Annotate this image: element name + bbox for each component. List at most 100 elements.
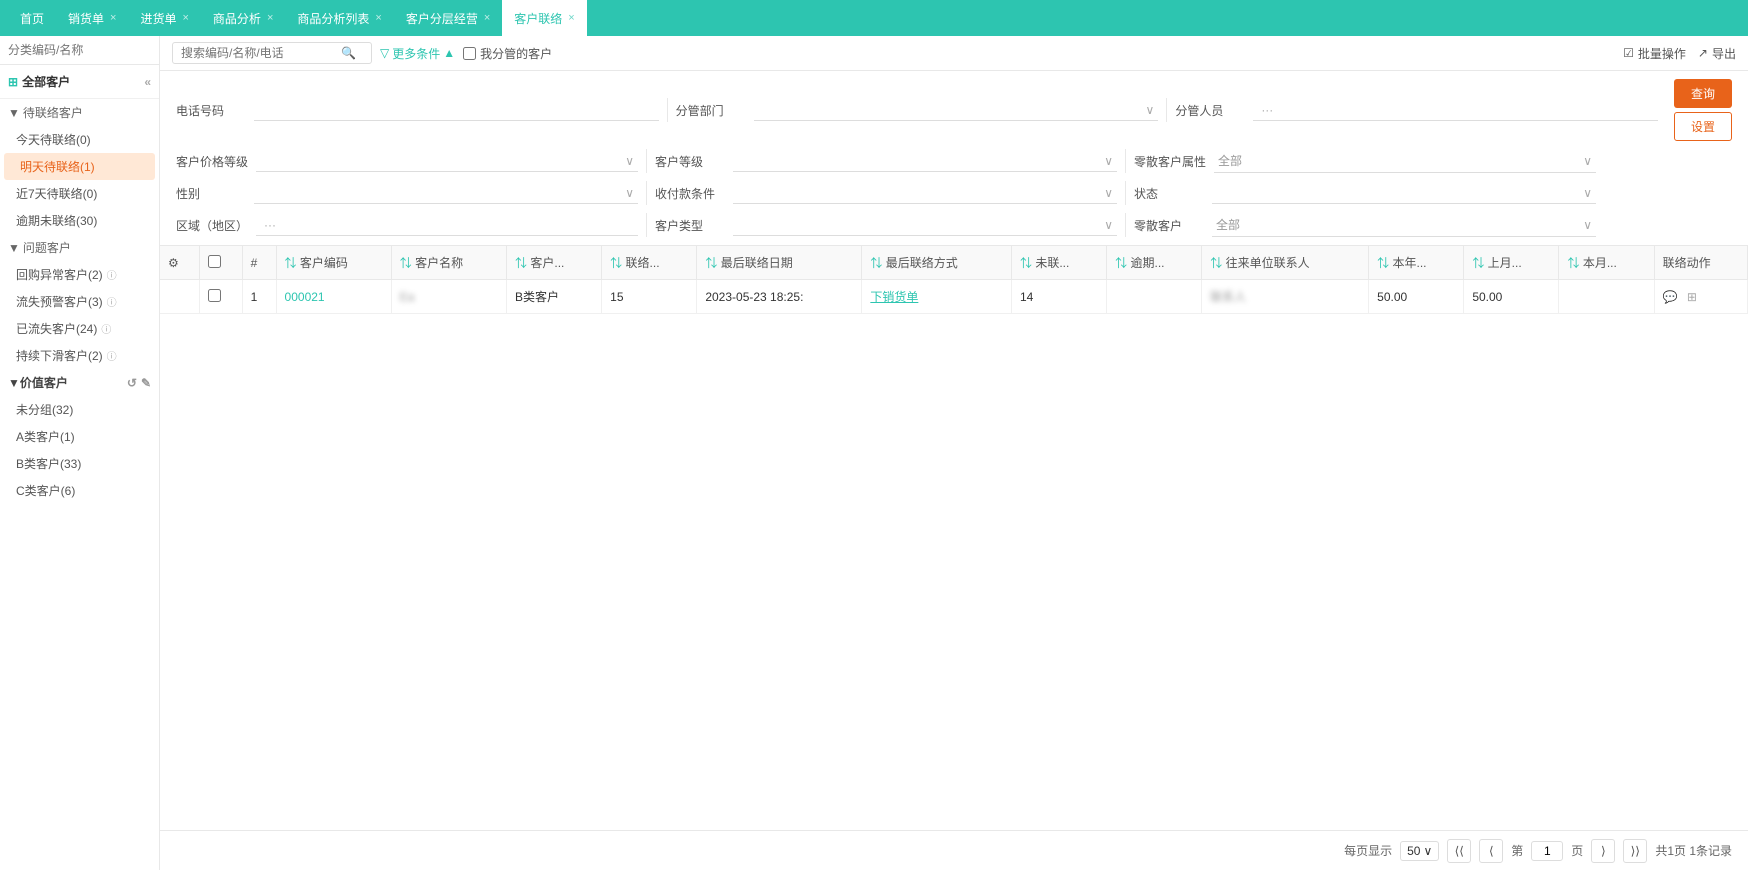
sidebar-search-box[interactable]: 🔍	[0, 36, 159, 65]
filter-payment-field: 收付款条件 ∨	[655, 183, 1117, 204]
last-page-button[interactable]: ⟩⟩	[1623, 839, 1647, 863]
prev-page-button[interactable]: ⟨	[1479, 839, 1503, 863]
extended-filter-panel: 电话号码 分管部门 ∨ 分管人员 ···	[160, 71, 1748, 246]
close-purchase-order-icon[interactable]: ×	[182, 12, 188, 24]
close-customer-contact-icon[interactable]: ×	[568, 12, 574, 24]
content-area: 🔍 ▽ 更多条件 ▲ 我分管的客户 ☑ 批量操作 ↗ 导出	[160, 36, 1748, 870]
divider-5	[646, 181, 647, 205]
filter-search-box[interactable]: 🔍	[172, 42, 372, 64]
settings-icon[interactable]: ⚙	[168, 256, 179, 270]
filter-search-icon[interactable]: 🔍	[341, 46, 356, 60]
action-more-icon[interactable]: ⊞	[1687, 290, 1697, 304]
value-section-header[interactable]: ▼ 价值客户 ↺ ✎	[0, 369, 159, 396]
nav-home[interactable]: 首页	[8, 0, 56, 36]
retailattr-value: 全部	[1218, 152, 1242, 169]
close-sales-order-icon[interactable]: ×	[110, 12, 116, 24]
my-customers-checkbox[interactable]: 我分管的客户	[463, 45, 552, 62]
customer-table: ⚙ # ⇅ 客户编码 ⇅ 客户名称 ⇅ 客户... ⇅ 联络... ⇅ 最后联络…	[160, 246, 1748, 314]
query-button[interactable]: 查询	[1674, 79, 1732, 108]
retailattr-select[interactable]: 全部 ∨	[1214, 149, 1596, 173]
col-last-contact-date[interactable]: ⇅ 最后联络日期	[697, 246, 862, 280]
sidebar-item-overdue-pending[interactable]: 逾期未联络(30)	[0, 207, 159, 234]
col-last-month[interactable]: ⇅ 上月...	[1464, 246, 1559, 280]
pending-contact-section-title: ▼ 待联络客户	[0, 99, 159, 126]
sidebar-search-input[interactable]	[8, 43, 160, 57]
export-button[interactable]: ↗ 导出	[1698, 45, 1736, 62]
status-select[interactable]: ∨	[1212, 183, 1596, 204]
subperson-dots[interactable]: ···	[1261, 103, 1273, 117]
sidebar-all-customers[interactable]: ⊞ 全部客户 «	[0, 65, 159, 99]
phone-input[interactable]	[254, 100, 659, 121]
col-code[interactable]: ⇅ 客户编码	[276, 246, 391, 280]
sidebar-item-repurchase-abnormal[interactable]: 回购异常客户(2) ⓘ	[0, 261, 159, 288]
nav-sales-order[interactable]: 销货单 ×	[56, 0, 128, 36]
first-page-button[interactable]: ⟨⟨	[1447, 839, 1471, 863]
close-product-analysis-icon[interactable]: ×	[267, 12, 273, 24]
pricelevel-select[interactable]: ∨	[256, 151, 638, 172]
customertype-label: 客户类型	[655, 217, 725, 234]
my-customers-check[interactable]	[463, 47, 476, 60]
sidebar-item-churn-warning[interactable]: 流失预警客户(3) ⓘ	[0, 288, 159, 315]
sidebar-item-tomorrow-pending[interactable]: 明天待联络(1)	[4, 153, 155, 180]
status-chevron: ∨	[1583, 186, 1592, 200]
last-contact-method-link[interactable]: 下销货单	[870, 290, 918, 304]
col-this-year[interactable]: ⇅ 本年...	[1369, 246, 1464, 280]
sidebar-item-churned[interactable]: 已流失客户(24) ⓘ	[0, 315, 159, 342]
area-dots[interactable]: ···	[264, 218, 276, 232]
nav-customer-tier[interactable]: 客户分层经营 ×	[394, 0, 502, 36]
sidebar-item-ungrouped[interactable]: 未分组(32)	[0, 396, 159, 423]
col-not-contacted[interactable]: ⇅ 未联...	[1011, 246, 1106, 280]
filter-row-4: 区域（地区） ··· 客户类型 ∨ 零散客户 全部	[176, 213, 1732, 237]
sidebar-item-b-class[interactable]: B类客户(33)	[0, 450, 159, 477]
nav-purchase-order[interactable]: 进货单 ×	[128, 0, 200, 36]
col-checkbox[interactable]	[199, 246, 242, 280]
edit-icon[interactable]: ✎	[141, 376, 151, 390]
col-contact[interactable]: ⇅ 联络...	[602, 246, 697, 280]
sidebar-item-c-class[interactable]: C类客户(6)	[0, 477, 159, 504]
cell-checkbox[interactable]	[199, 280, 242, 314]
col-this-month[interactable]: ⇅ 本月...	[1559, 246, 1654, 280]
col-overdue[interactable]: ⇅ 逾期...	[1107, 246, 1202, 280]
nav-customer-contact[interactable]: 客户联络 ×	[502, 0, 586, 36]
retailcustomer-select[interactable]: 全部 ∨	[1212, 213, 1596, 237]
sidebar-item-7day-pending[interactable]: 近7天待联络(0)	[0, 180, 159, 207]
row-checkbox[interactable]	[208, 289, 221, 302]
col-settings[interactable]: ⚙	[160, 246, 199, 280]
col-type[interactable]: ⇅ 客户...	[507, 246, 602, 280]
nav-product-analysis[interactable]: 商品分析 ×	[201, 0, 285, 36]
collapse-sidebar-icon[interactable]: «	[144, 75, 151, 89]
sidebar-item-declining[interactable]: 持续下滑客户(2) ⓘ	[0, 342, 159, 369]
filter-toolbar: 🔍 ▽ 更多条件 ▲ 我分管的客户 ☑ 批量操作 ↗ 导出	[160, 36, 1748, 71]
settings-button[interactable]: 设置	[1674, 112, 1732, 141]
select-all-checkbox[interactable]	[208, 255, 221, 268]
per-page-label: 每页显示	[1344, 842, 1392, 859]
page-number-input[interactable]	[1531, 841, 1563, 861]
next-page-button[interactable]: ⟩	[1591, 839, 1615, 863]
page-size-select[interactable]: 50 ∨	[1400, 841, 1439, 861]
info-icon-repurchase: ⓘ	[107, 267, 117, 282]
sidebar-item-a-class[interactable]: A类客户(1)	[0, 423, 159, 450]
more-conditions-button[interactable]: ▽ 更多条件 ▲	[380, 45, 455, 62]
refresh-icon[interactable]: ↺	[127, 376, 137, 390]
filter-search-input[interactable]	[181, 46, 341, 60]
batch-operation-button[interactable]: ☑ 批量操作	[1623, 45, 1686, 62]
cell-code[interactable]: 000021	[276, 280, 391, 314]
close-customer-tier-icon[interactable]: ×	[484, 12, 490, 24]
col-last-contact-method[interactable]: ⇅ 最后联络方式	[862, 246, 1012, 280]
close-product-analysis-list-icon[interactable]: ×	[375, 12, 381, 24]
area-select[interactable]: ···	[256, 215, 638, 236]
cell-last-contact-method[interactable]: 下销货单	[862, 280, 1012, 314]
sidebar-item-today-pending[interactable]: 今天待联络(0)	[0, 126, 159, 153]
action-chat-icon[interactable]: 💬	[1663, 290, 1678, 304]
col-name[interactable]: ⇅ 客户名称	[391, 246, 506, 280]
customerlevel-select[interactable]: ∨	[733, 151, 1117, 172]
payment-select[interactable]: ∨	[733, 183, 1117, 204]
subperson-select[interactable]: ···	[1253, 100, 1658, 121]
filter-retailcustomer-field: 零散客户 全部 ∨	[1134, 213, 1596, 237]
customertype-select[interactable]: ∨	[733, 215, 1117, 236]
info-icon-declining: ⓘ	[107, 348, 117, 363]
nav-product-analysis-list[interactable]: 商品分析列表 ×	[285, 0, 393, 36]
gender-select[interactable]: ∨	[254, 183, 638, 204]
col-contacts[interactable]: ⇅ 往来单位联系人	[1202, 246, 1369, 280]
subdept-select[interactable]: ∨	[754, 100, 1159, 121]
